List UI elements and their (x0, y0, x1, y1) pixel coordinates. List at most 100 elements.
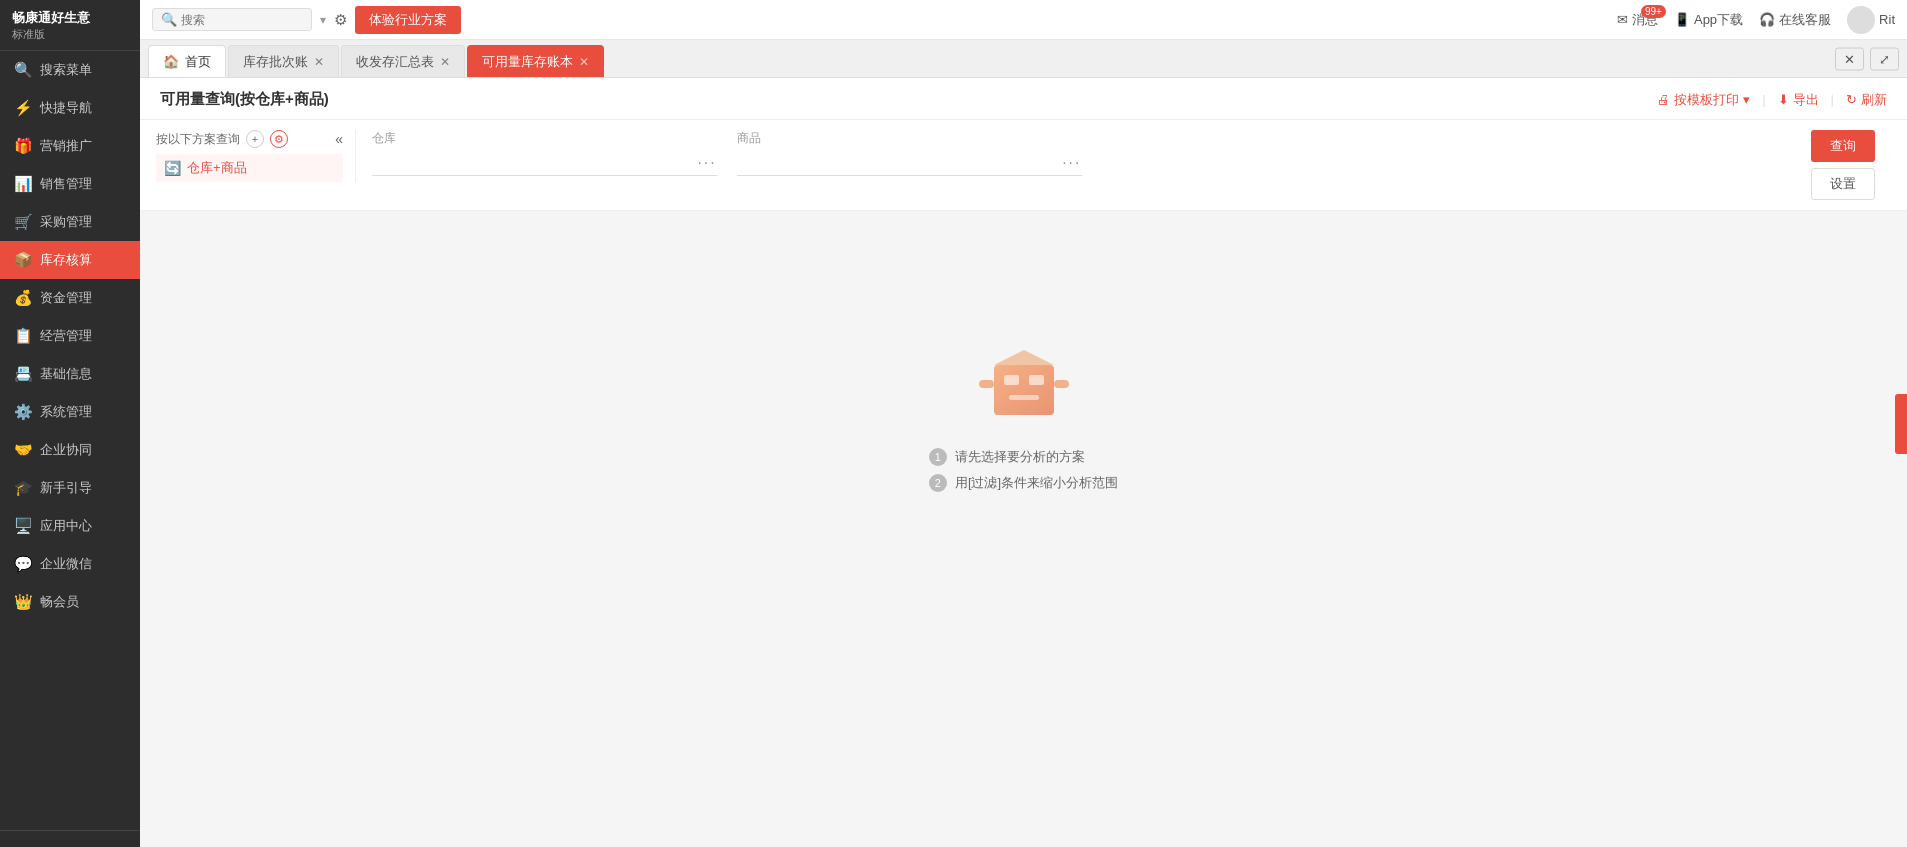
app-download-icon: 📱 (1674, 12, 1690, 27)
filter-panel: 按以下方案查询 + ⚙ « 🔄 仓库+商品 仓库 ··· (140, 120, 1907, 211)
svg-rect-1 (1004, 375, 1019, 385)
sidebar-item-member[interactable]: 👑畅会员 (0, 583, 140, 621)
online-service-button[interactable]: 🎧 在线客服 (1759, 11, 1831, 29)
tab-available-ledger-close[interactable]: ✕ (579, 55, 589, 69)
print-dropdown-icon[interactable]: ▾ (1743, 92, 1750, 107)
online-service-label: 在线客服 (1779, 11, 1831, 29)
sidebar-item-search[interactable]: 🔍搜索菜单 (0, 51, 140, 89)
svg-rect-4 (979, 380, 994, 388)
export-button[interactable]: ⬇ 导出 (1778, 91, 1819, 109)
content-area: 按以下方案查询 + ⚙ « 🔄 仓库+商品 仓库 ··· (140, 120, 1907, 847)
svg-rect-0 (994, 365, 1054, 415)
collapse-button[interactable]: « (335, 131, 343, 147)
print-label: 按模板打印 (1674, 91, 1739, 109)
tip-num-2: 2 (929, 474, 947, 492)
search-input[interactable] (181, 13, 301, 27)
scheme-warehouse-goods[interactable]: 🔄 仓库+商品 (156, 154, 343, 182)
sidebar-item-newbie[interactable]: 🎓 新手引导 (0, 469, 140, 507)
tab-expand-button[interactable]: ⤢ (1870, 47, 1899, 70)
svg-rect-5 (1054, 380, 1069, 388)
headset-icon: 🎧 (1759, 12, 1775, 27)
empty-tip-2: 2 用[过滤]条件来缩小分析范围 (929, 474, 1118, 492)
warehouse-more-icon[interactable]: ··· (697, 154, 716, 172)
newbie-icon: 🎓 (14, 479, 32, 497)
member-icon: 👑 (14, 593, 32, 611)
refresh-button[interactable]: ↻ 刷新 (1846, 91, 1887, 109)
print-icon: 🖨 (1657, 92, 1670, 107)
sidebar-item-app-center[interactable]: 🖥️应用中心 (0, 507, 140, 545)
app-download-button[interactable]: 📱 App下载 (1674, 11, 1743, 29)
user-avatar-area[interactable]: Rit (1847, 6, 1895, 34)
empty-state: 1 请先选择要分析的方案 2 用[过滤]条件来缩小分析范围 (140, 211, 1907, 611)
message-badge: 99+ (1641, 5, 1666, 18)
sidebar-label-finance: 资金管理 (40, 289, 92, 307)
scheme-label: 仓库+商品 (187, 159, 247, 177)
enterprise-wechat-icon: 💬 (14, 555, 32, 573)
page-header: 可用量查询(按仓库+商品) 🖨 按模板打印 ▾ | ⬇ 导出 | ↻ 刷新 (140, 78, 1907, 120)
sidebar-item-enterprise-wechat[interactable]: 💬企业微信 (0, 545, 140, 583)
tab-stock-summary[interactable]: 收发存汇总表 ✕ (341, 45, 465, 77)
sidebar-item-quick-nav[interactable]: ⚡ 快捷导航 (0, 89, 140, 127)
sidebar-item-enterprise[interactable]: 🤝 企业协同 (0, 431, 140, 469)
sidebar-item-system[interactable]: ⚙️系统管理 (0, 393, 140, 431)
print-button[interactable]: 🖨 按模板打印 ▾ (1657, 91, 1750, 109)
quick-nav-icon: ⚡ (14, 99, 32, 117)
sidebar-item-finance[interactable]: 💰 资金管理 (0, 279, 140, 317)
sidebar-item-marketing[interactable]: 🎁营销推广 (0, 127, 140, 165)
sidebar-item-operation[interactable]: 📋经营管理 (0, 317, 140, 355)
tab-stock-summary-close[interactable]: ✕ (440, 55, 450, 69)
topbar-search-box[interactable]: 🔍 (152, 8, 312, 31)
message-button[interactable]: ✉ 消息 99+ (1617, 11, 1658, 29)
sidebar-item-basic[interactable]: 📇基础信息 (0, 355, 140, 393)
goods-input[interactable] (737, 156, 1058, 171)
tab-home[interactable]: 🏠 首页 (148, 45, 226, 77)
avatar (1847, 6, 1875, 34)
tab-available-ledger-label: 可用量库存账本 (482, 53, 573, 71)
tab-available-ledger[interactable]: 可用量库存账本 ✕ (467, 45, 604, 77)
tab-batch-account-close[interactable]: ✕ (314, 55, 324, 69)
sidebar-label-basic: 基础信息 (40, 365, 92, 383)
sidebar-header: 畅康通好生意 标准版 (0, 0, 140, 51)
sidebar-label-operation: 经营管理 (40, 327, 92, 345)
message-icon: ✉ (1617, 12, 1628, 27)
trial-button[interactable]: 体验行业方案 (355, 6, 461, 34)
filter-actions: 查询 设置 (1811, 130, 1875, 200)
settings-button[interactable]: 设置 (1811, 168, 1875, 200)
sidebar-item-sales[interactable]: 📊销售管理 (0, 165, 140, 203)
tip-text-2: 用[过滤]条件来缩小分析范围 (955, 474, 1118, 492)
page-title: 可用量查询(按仓库+商品) (160, 90, 329, 109)
query-button[interactable]: 查询 (1811, 130, 1875, 162)
tab-batch-account[interactable]: 库存批次账 ✕ (228, 45, 339, 77)
filter-scheme-label: 按以下方案查询 + ⚙ « (156, 130, 343, 148)
sidebar-scroll: 🔍搜索菜单 ⚡ 快捷导航 🎁营销推广📊销售管理🛒采购管理📦库存核算 💰 资金管理 📋经营管理… (0, 51, 140, 830)
sidebar-label-sales: 销售管理 (40, 175, 92, 193)
topbar-gear-icon[interactable]: ⚙ (334, 11, 347, 29)
sidebar-label-quick-nav: 快捷导航 (40, 99, 92, 117)
sidebar-item-inventory[interactable]: 📦库存核算 (0, 241, 140, 279)
sidebar-item-purchase[interactable]: 🛒采购管理 (0, 203, 140, 241)
refresh-icon: ↻ (1846, 92, 1857, 107)
tabs-bar: 🏠 首页 库存批次账 ✕ 收发存汇总表 ✕ 可用量库存账本 ✕ ✕ ⤢ (140, 40, 1907, 78)
warehouse-input[interactable] (372, 156, 693, 171)
goods-field-input: ··· (737, 151, 1082, 176)
side-scroll-handle[interactable] (1895, 394, 1907, 454)
user-name: Rit (1879, 12, 1895, 27)
page-actions: 🖨 按模板打印 ▾ | ⬇ 导出 | ↻ 刷新 (1657, 91, 1887, 109)
add-scheme-button[interactable]: + (246, 130, 264, 148)
goods-more-icon[interactable]: ··· (1062, 154, 1081, 172)
topbar-right: ✉ 消息 99+ 📱 App下载 🎧 在线客服 Rit (1617, 6, 1895, 34)
filter-scheme-panel: 按以下方案查询 + ⚙ « 🔄 仓库+商品 (156, 130, 356, 182)
tab-close-all-button[interactable]: ✕ (1835, 47, 1864, 70)
warehouse-field-label: 仓库 (372, 130, 717, 147)
finance-icon: 💰 (14, 289, 32, 307)
sidebar-label-newbie: 新手引导 (40, 479, 92, 497)
sidebar-label-search: 搜索菜单 (40, 61, 92, 79)
sidebar-label-enterprise: 企业协同 (40, 441, 92, 459)
goods-field-label: 商品 (737, 130, 1082, 147)
tab-stock-summary-label: 收发存汇总表 (356, 53, 434, 71)
inventory-icon: 📦 (14, 251, 32, 269)
topbar-dropdown-icon[interactable]: ▾ (320, 13, 326, 27)
sidebar: 畅康通好生意 标准版 🔍搜索菜单 ⚡ 快捷导航 🎁营销推广📊销售管理🛒采购管理📦库存核… (0, 0, 140, 847)
enterprise-icon: 🤝 (14, 441, 32, 459)
scheme-settings-button[interactable]: ⚙ (270, 130, 288, 148)
